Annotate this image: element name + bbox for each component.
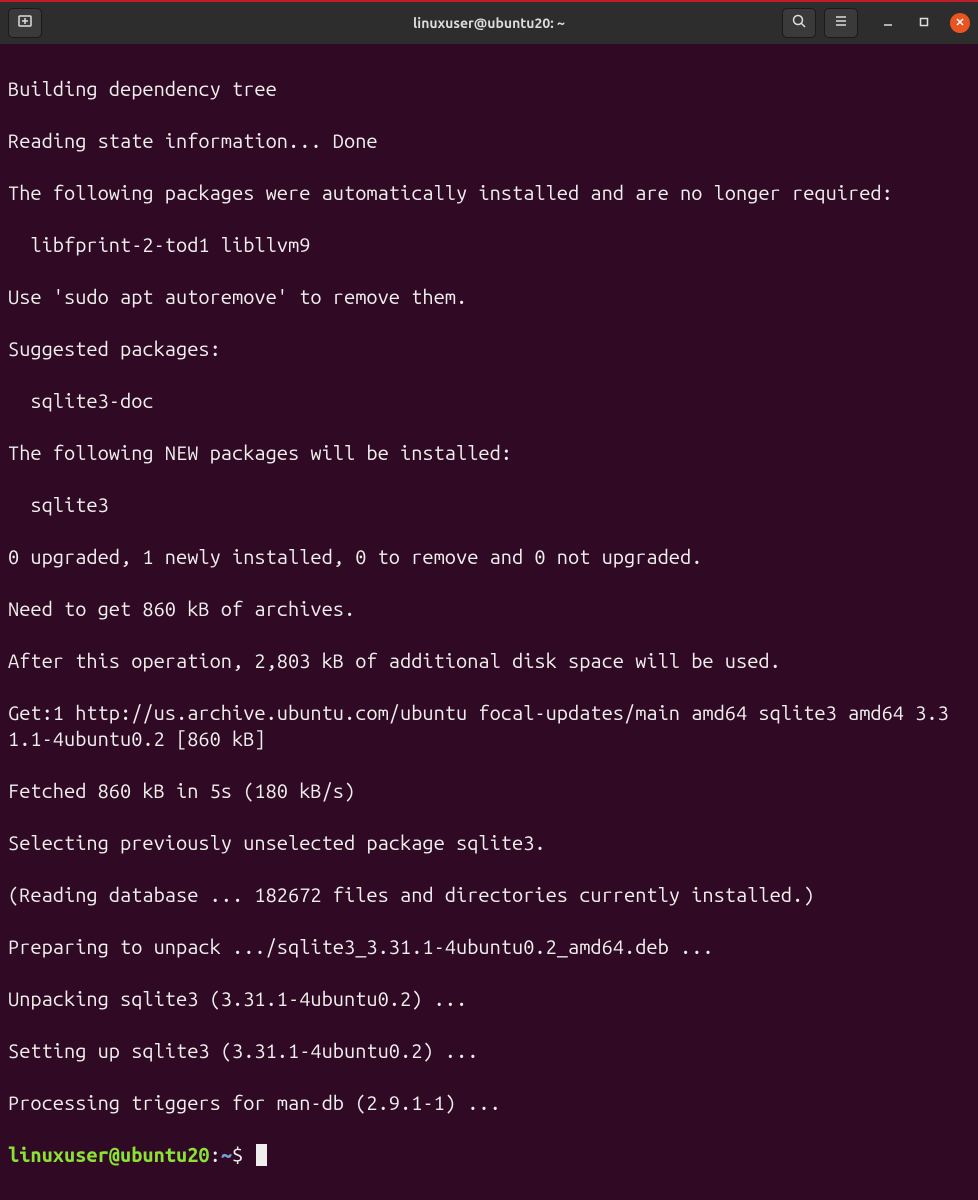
terminal-line: sqlite3 xyxy=(8,492,970,518)
terminal-line: Need to get 860 kB of archives. xyxy=(8,596,970,622)
search-icon xyxy=(791,13,807,33)
terminal-line: Get:1 http://us.archive.ubuntu.com/ubunt… xyxy=(8,700,970,752)
window-controls xyxy=(878,13,970,33)
minimize-icon xyxy=(882,14,894,32)
terminal-line: (Reading database ... 182672 files and d… xyxy=(8,882,970,908)
terminal-line: 0 upgraded, 1 newly installed, 0 to remo… xyxy=(8,544,970,570)
minimize-button[interactable] xyxy=(878,13,898,33)
terminal-line: Preparing to unpack .../sqlite3_3.31.1-4… xyxy=(8,934,970,960)
prompt-path: ~ xyxy=(221,1143,232,1166)
terminal-line: Use 'sudo apt autoremove' to remove them… xyxy=(8,284,970,310)
new-tab-button[interactable] xyxy=(8,8,42,38)
maximize-icon xyxy=(918,14,930,32)
hamburger-icon xyxy=(833,13,849,33)
terminal-prompt-line: linuxuser@ubuntu20:~$ xyxy=(8,1142,970,1168)
terminal-line: libfprint-2-tod1 libllvm9 xyxy=(8,232,970,258)
prompt-symbol: $ xyxy=(232,1143,243,1166)
titlebar-left xyxy=(8,8,42,38)
menu-button[interactable] xyxy=(824,8,858,38)
terminal-line: The following packages were automaticall… xyxy=(8,180,970,206)
new-tab-icon xyxy=(17,13,33,33)
search-button[interactable] xyxy=(782,8,816,38)
terminal-line: Fetched 860 kB in 5s (180 kB/s) xyxy=(8,778,970,804)
terminal-line: Reading state information... Done xyxy=(8,128,970,154)
terminal-line: Processing triggers for man-db (2.9.1-1)… xyxy=(8,1090,970,1116)
terminal-output[interactable]: Building dependency tree Reading state i… xyxy=(0,44,978,1200)
close-icon xyxy=(954,14,966,32)
terminal-line: The following NEW packages will be insta… xyxy=(8,440,970,466)
prompt-colon: : xyxy=(210,1143,221,1166)
titlebar-right xyxy=(782,8,970,38)
titlebar: linuxuser@ubuntu20: ~ xyxy=(0,2,978,44)
terminal-line: Setting up sqlite3 (3.31.1-4ubuntu0.2) .… xyxy=(8,1038,970,1064)
close-button[interactable] xyxy=(950,13,970,33)
window-title: linuxuser@ubuntu20: ~ xyxy=(413,15,565,31)
terminal-line: Suggested packages: xyxy=(8,336,970,362)
cursor xyxy=(256,1144,267,1166)
prompt-user: linuxuser@ubuntu20 xyxy=(8,1143,210,1166)
terminal-line: sqlite3-doc xyxy=(8,388,970,414)
terminal-line: Building dependency tree xyxy=(8,76,970,102)
terminal-line: Selecting previously unselected package … xyxy=(8,830,970,856)
maximize-button[interactable] xyxy=(914,13,934,33)
terminal-line: After this operation, 2,803 kB of additi… xyxy=(8,648,970,674)
terminal-line: Unpacking sqlite3 (3.31.1-4ubuntu0.2) ..… xyxy=(8,986,970,1012)
